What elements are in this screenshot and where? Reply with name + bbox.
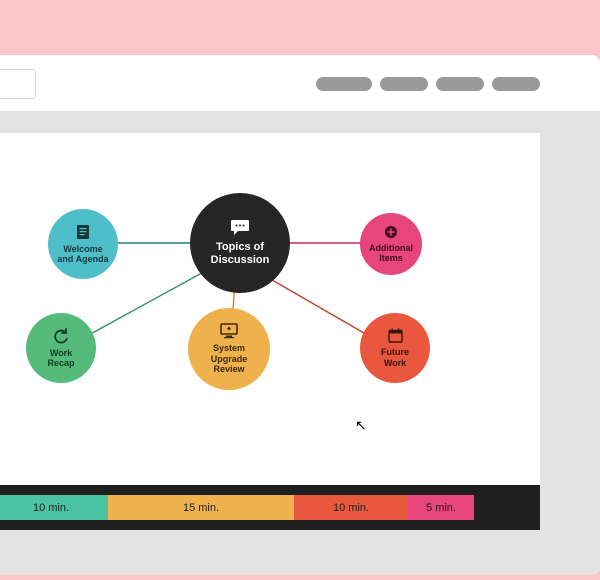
timeline-segment[interactable]: 5 min. [408, 495, 474, 520]
toolbar-pill[interactable] [492, 77, 540, 91]
node-label: Work Recap [41, 348, 80, 369]
monitor-icon [220, 323, 238, 339]
node-future[interactable]: Future Work [360, 313, 430, 383]
node-upgrade[interactable]: System Upgrade Review [188, 308, 270, 390]
node-label: Additional Items [363, 243, 419, 264]
node-welcome[interactable]: Welcome and Agenda [48, 209, 118, 279]
node-label: Welcome and Agenda [51, 244, 114, 265]
timeline-segment[interactable]: 10 min. [0, 495, 108, 520]
refresh-icon [53, 328, 69, 344]
toolbar-pill[interactable] [380, 77, 428, 91]
calendar-icon [388, 328, 403, 343]
segment-label: 10 min. [33, 502, 69, 514]
plus-icon [384, 225, 398, 239]
node-additional[interactable]: Additional Items [360, 213, 422, 275]
toolbar-pill[interactable] [316, 77, 372, 91]
url-input[interactable] [0, 69, 36, 99]
chat-icon [230, 219, 250, 237]
timeline-segment[interactable]: 10 min. [294, 495, 408, 520]
diagram-canvas[interactable]: Topics of Discussion Welcome and Agenda … [0, 133, 540, 513]
doc-icon [76, 224, 90, 240]
toolbar-pill[interactable] [436, 77, 484, 91]
timeline-bar: in. 10 min. 15 min. 10 min. 5 min. [0, 485, 540, 530]
browser-toolbar [0, 55, 600, 111]
segment-label: 5 min. [426, 502, 456, 514]
node-label: Future Work [375, 347, 415, 368]
node-recap[interactable]: Work Recap [26, 313, 96, 383]
timeline-segment[interactable]: 15 min. [108, 495, 294, 520]
node-label: System Upgrade Review [188, 343, 270, 374]
segment-label: 15 min. [183, 502, 219, 514]
node-label: Topics of Discussion [205, 241, 276, 266]
node-topics[interactable]: Topics of Discussion [190, 193, 290, 293]
browser-chrome: Topics of Discussion Welcome and Agenda … [0, 55, 600, 575]
segment-label: 10 min. [333, 502, 369, 514]
cursor-icon: ↖ [355, 417, 367, 434]
